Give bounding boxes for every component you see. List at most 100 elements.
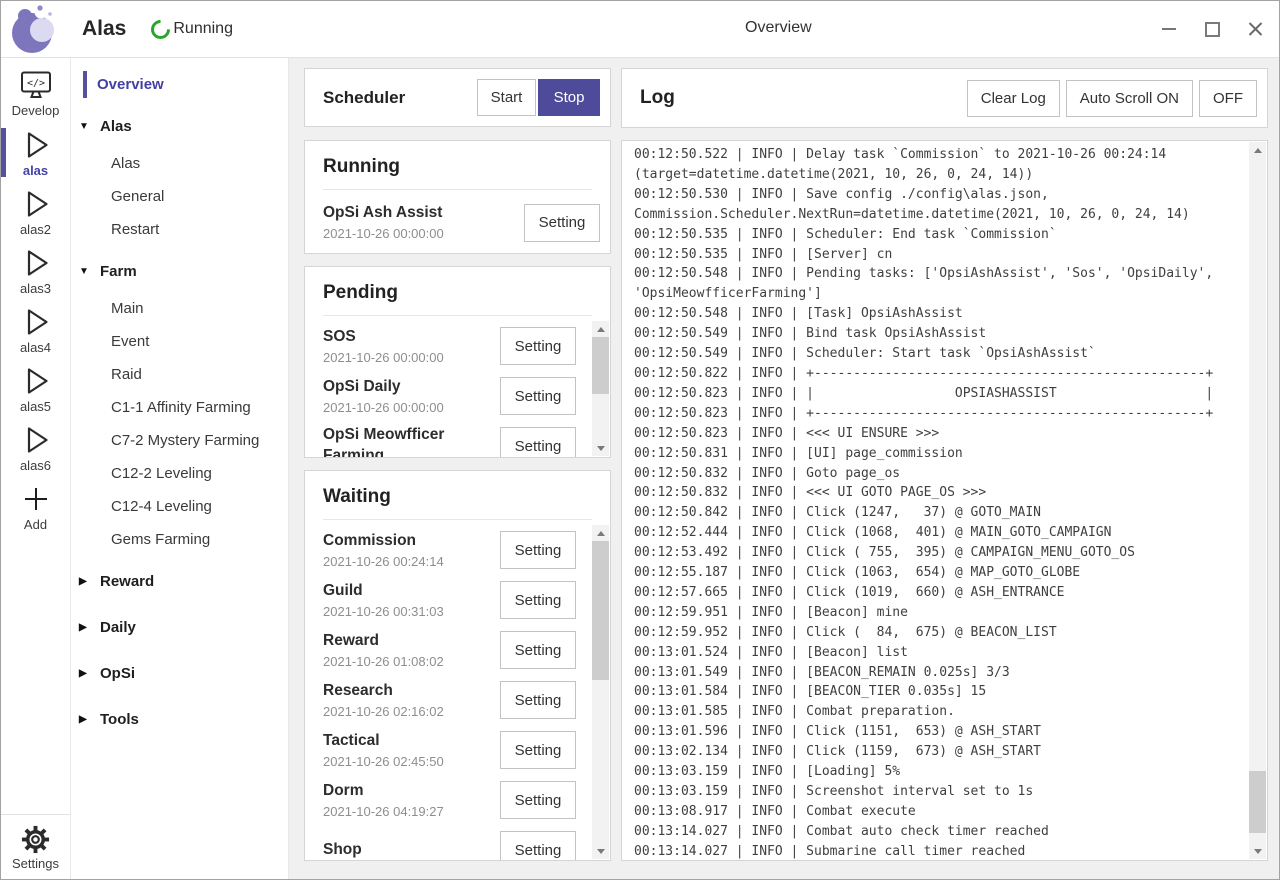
nav-group-reward: ▶ Reward [71,561,288,602]
rail-item-add[interactable]: Add [1,477,70,536]
pending-card: Pending SOS 2021-10-26 00:00:00 Setting … [304,266,611,458]
setting-button[interactable]: Setting [500,731,576,769]
waiting-scrollbar[interactable] [592,525,609,859]
log-line: 00:12:52.444 | INFO | Click (1068, 401) … [634,523,1247,543]
nav-item-gems-farming[interactable]: Gems Farming [71,523,288,556]
running-spinner-icon [147,16,174,43]
scroll-up-icon[interactable] [592,525,609,541]
nav-group-header-tools[interactable]: ▶ Tools [71,699,288,740]
close-button[interactable] [1247,21,1263,37]
task-name: Dorm [323,780,500,801]
plus-icon [19,482,53,516]
setting-button[interactable]: Setting [500,631,576,669]
task-row: Shop Setting [323,825,576,860]
content-area: Scheduler Start Stop Running OpSi Ash As… [289,58,1279,879]
log-line: 00:13:03.159 | INFO | [Loading] 5% [634,762,1247,782]
rail-item-label: Settings [12,856,59,871]
scheduler-card: Scheduler Start Stop [304,68,611,127]
log-line: 00:12:50.548 | INFO | Pending tasks: ['O… [634,264,1247,284]
log-line: 00:13:14.027 | INFO | Submarine call tim… [634,842,1247,860]
scroll-down-icon[interactable] [592,843,609,859]
play-icon [19,246,53,280]
task-row: SOS 2021-10-26 00:00:00 Setting [323,321,576,371]
nav-item-event[interactable]: Event [71,325,288,358]
nav-item-overview[interactable]: Overview [71,70,288,99]
setting-button[interactable]: Setting [500,581,576,619]
maximize-icon [1205,22,1220,37]
scroll-down-icon[interactable] [592,440,609,456]
close-icon [1248,22,1263,37]
nav-item-restart[interactable]: Restart [71,213,288,246]
auto-scroll-off-button[interactable]: OFF [1199,80,1257,117]
log-line: (target=datetime.datetime(2021, 10, 26, … [634,165,1247,185]
nav-item-c12-2-leveling[interactable]: C12-2 Leveling [71,457,288,490]
start-button[interactable]: Start [477,79,536,116]
rail-item-label: Develop [12,103,60,118]
nav-group-header-farm[interactable]: ▼ Farm [71,251,288,292]
nav-group-header-opsi[interactable]: ▶ OpSi [71,653,288,694]
task-row: Commission 2021-10-26 00:24:14 Setting [323,525,576,575]
setting-button[interactable]: Setting [500,781,576,819]
log-title: Log [640,87,961,109]
log-line: 00:13:02.134 | INFO | Click (1159, 673) … [634,742,1247,762]
nav-group-header-daily[interactable]: ▶ Daily [71,607,288,648]
setting-button[interactable]: Setting [500,681,576,719]
task-time: 2021-10-26 00:31:03 [323,603,500,621]
task-name: Tactical [323,730,500,751]
scrollbar-thumb[interactable] [1249,771,1266,833]
nav-item-c12-4-leveling[interactable]: C12-4 Leveling [71,490,288,523]
rail-item-alas5[interactable]: alas5 [1,359,70,418]
app-window: Alas Running Overview </> Develop [0,0,1280,880]
rail-item-label: alas2 [20,222,51,237]
pending-title: Pending [323,267,592,316]
auto-scroll-on-button[interactable]: Auto Scroll ON [1066,80,1193,117]
setting-button[interactable]: Setting [500,377,576,415]
setting-button[interactable]: Setting [500,531,576,569]
nav-group-label: Reward [100,573,154,590]
rail-item-settings[interactable]: Settings [1,814,70,879]
task-name: Reward [323,630,500,651]
log-line: 00:12:50.823 | INFO | | OPSIASHASSIST | [634,384,1247,404]
rail-item-alas2[interactable]: alas2 [1,182,70,241]
clear-log-button[interactable]: Clear Log [967,80,1060,117]
nav-item-c7-2-mystery-farming[interactable]: C7-2 Mystery Farming [71,424,288,457]
log-line: 00:12:50.522 | INFO | Delay task `Commis… [634,145,1247,165]
alas-logo-icon [10,3,60,55]
waiting-task-list: Commission 2021-10-26 00:24:14 Setting G… [305,520,586,860]
scroll-up-icon[interactable] [592,321,609,337]
nav-menu: Overview ▼ Alas Alas General Restart ▼ F… [71,58,289,879]
rail-item-alas3[interactable]: alas3 [1,241,70,300]
rail-item-alas4[interactable]: alas4 [1,300,70,359]
log-line: 00:12:50.823 | INFO | +-----------------… [634,404,1247,424]
nav-item-raid[interactable]: Raid [71,358,288,391]
gear-icon [20,824,51,855]
setting-button[interactable]: Setting [500,831,576,860]
scrollbar-thumb[interactable] [592,337,609,394]
scheduler-title: Scheduler [323,88,477,108]
nav-item-main[interactable]: Main [71,292,288,325]
minimize-button[interactable] [1161,21,1177,37]
nav-group-header-reward[interactable]: ▶ Reward [71,561,288,602]
maximize-button[interactable] [1204,21,1220,37]
setting-button[interactable]: Setting [500,327,576,365]
scroll-up-icon[interactable] [1249,142,1266,158]
setting-button[interactable]: Setting [500,427,576,457]
nav-group-label: OpSi [100,665,135,682]
nav-item-c1-1-affinity-farming[interactable]: C1-1 Affinity Farming [71,391,288,424]
nav-item-alas[interactable]: Alas [71,147,288,180]
rail-item-alas6[interactable]: alas6 [1,418,70,477]
stop-button[interactable]: Stop [538,79,600,116]
setting-button[interactable]: Setting [524,204,600,242]
nav-group-header-alas[interactable]: ▼ Alas [71,106,288,147]
log-scrollbar[interactable] [1249,142,1266,859]
pending-scrollbar[interactable] [592,321,609,456]
nav-item-general[interactable]: General [71,180,288,213]
log-header-card: Log Clear Log Auto Scroll ON OFF [621,68,1268,128]
rail-item-alas[interactable]: alas [1,123,70,182]
scroll-down-icon[interactable] [1249,843,1266,859]
task-row: OpSi Meowfficer Farming Setting [323,421,576,457]
pending-task-list: SOS 2021-10-26 00:00:00 Setting OpSi Dai… [305,316,586,457]
rail-item-develop[interactable]: </> Develop [1,64,70,123]
log-line: 00:12:50.530 | INFO | Save config ./conf… [634,185,1247,205]
scrollbar-thumb[interactable] [592,541,609,680]
